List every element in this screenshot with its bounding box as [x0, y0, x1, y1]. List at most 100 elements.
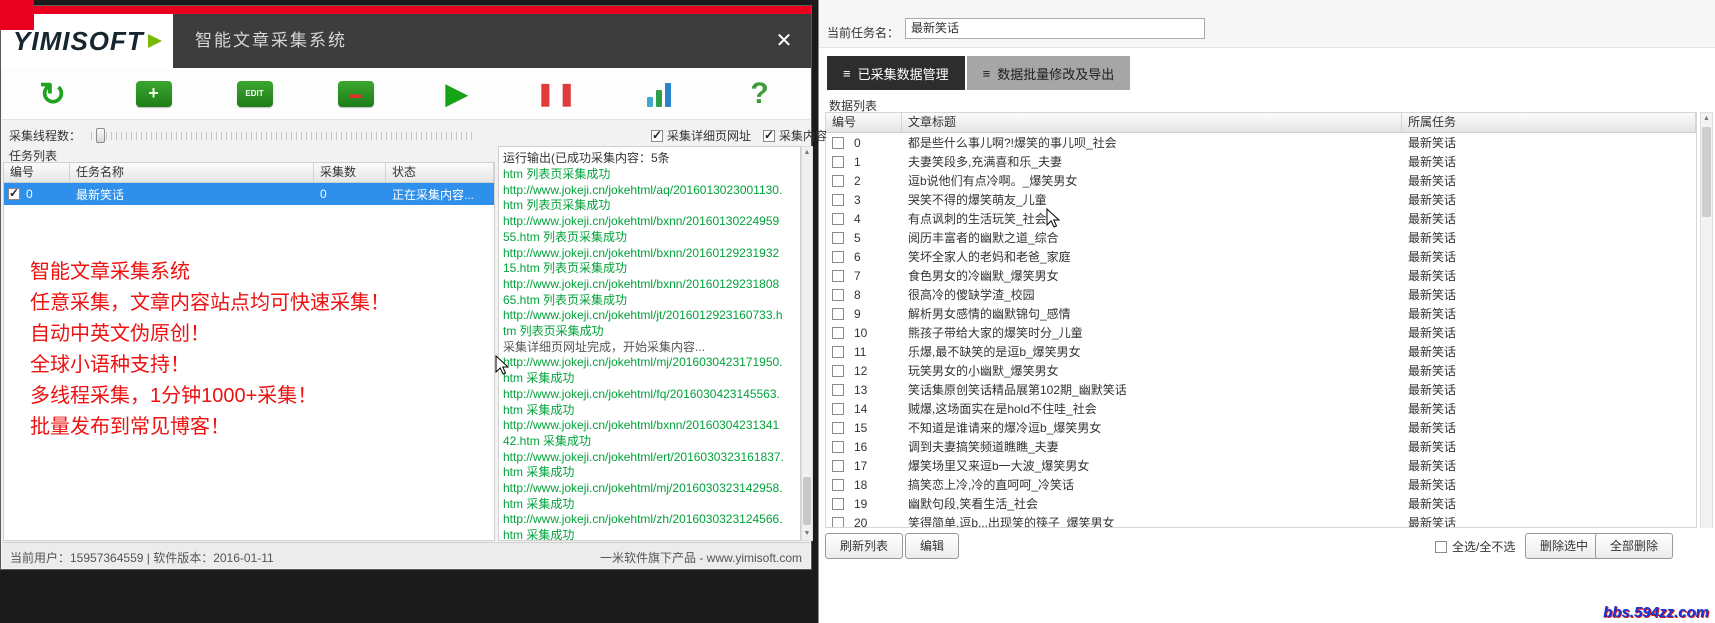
data-row-checkbox[interactable] [832, 193, 844, 206]
collect-content-checkbox[interactable] [763, 128, 775, 142]
data-row-id: 12 [854, 363, 868, 378]
data-row[interactable]: 19 幽默句段,笑看生活_社会 最新笑话 [826, 494, 1696, 513]
data-row-id-cell: 4 [826, 212, 902, 226]
scroll-up-icon[interactable]: ▲ [802, 147, 812, 159]
data-row[interactable]: 9 解析男女感情的幽默锦句_感情 最新笑话 [826, 304, 1696, 323]
data-row[interactable]: 6 笑坏全家人的老妈和老爸_家庭 最新笑话 [826, 247, 1696, 266]
data-row[interactable]: 7 食色男女的冷幽默_爆笑男女 最新笑话 [826, 266, 1696, 285]
data-row-checkbox[interactable] [832, 326, 844, 339]
log-line: http://www.jokeji.cn/jokehtml/mj/2016030… [503, 481, 783, 496]
data-row[interactable]: 16 调到夫妻搞笑频道瞧瞧_夫妻 最新笑话 [826, 437, 1696, 456]
column-header-task[interactable]: 所属任务 [1402, 113, 1696, 132]
refresh-icon[interactable]: ↻ [21, 71, 85, 117]
data-row-id-cell: 20 [826, 516, 902, 527]
data-row[interactable]: 18 搞笑恋上冷,冷的直呵呵_冷笑话 最新笑话 [826, 475, 1696, 494]
delete-all-button[interactable]: 全部删除 [1595, 533, 1674, 559]
data-row-checkbox[interactable] [832, 364, 844, 377]
data-row-id: 16 [854, 439, 868, 454]
close-icon[interactable]: ✕ [769, 26, 799, 56]
data-row-checkbox[interactable] [832, 250, 844, 263]
data-row[interactable]: 2 逗b说他们有点冷啊。_爆笑男女 最新笑话 [826, 171, 1696, 190]
tab-label: 数据批量修改及导出 [997, 66, 1115, 82]
pause-collect-icon[interactable]: ❚❚ [526, 71, 590, 117]
log-line: http://www.jokeji.cn/jokehtml/bxnn/20160… [503, 276, 780, 291]
data-row[interactable]: 3 哭笑不得的爆笑萌友_儿童 最新笑话 [826, 190, 1696, 209]
stats-chart-icon[interactable] [627, 71, 691, 117]
column-header-id[interactable]: 编号 [826, 113, 902, 132]
log-line: htm 列表页采集成功 [503, 198, 611, 213]
data-row[interactable]: 13 笑话集原创笑话精品展第102期_幽默笑话 最新笑话 [826, 380, 1696, 399]
delete-selected-button[interactable]: 删除选中 [1525, 533, 1604, 559]
edit-task-icon[interactable]: EDIT [223, 71, 287, 117]
data-row[interactable]: 0 都是些什么事儿啊?!爆笑的事儿呗_社会 最新笑话 [826, 133, 1696, 152]
data-row-id: 17 [854, 458, 868, 473]
scroll-up-icon[interactable]: ▲ [1701, 113, 1712, 125]
column-header-status[interactable]: 状态 [386, 163, 494, 182]
data-row[interactable]: 1 夫妻笑段多,充满喜和乐_夫妻 最新笑话 [826, 152, 1696, 171]
refresh-list-button[interactable]: 刷新列表 [825, 533, 904, 559]
log-scrollbar-thumb[interactable] [803, 477, 811, 525]
scroll-down-icon[interactable]: ▼ [802, 528, 812, 540]
data-row-checkbox[interactable] [832, 478, 844, 491]
data-row-checkbox[interactable] [832, 269, 844, 282]
data-row-id-cell: 16 [826, 440, 902, 454]
data-row-checkbox[interactable] [832, 155, 844, 168]
data-row-checkbox[interactable] [832, 174, 844, 187]
column-header-name[interactable]: 任务名称 [70, 163, 314, 182]
data-row-checkbox[interactable] [832, 516, 844, 527]
delete-task-icon[interactable]: ▬ [324, 71, 388, 117]
help-icon[interactable]: ? [728, 71, 792, 117]
data-row[interactable]: 4 有点讽刺的生活玩笑_社会 最新笑话 [826, 209, 1696, 228]
table-scrollbar[interactable]: ▲ ▼ [1700, 112, 1713, 562]
data-row-task: 最新笑话 [1408, 345, 1457, 359]
data-row-checkbox[interactable] [832, 497, 844, 510]
add-task-icon[interactable]: + [122, 71, 186, 117]
task-row[interactable]: 0 最新笑话 0 正在采集内容... [4, 183, 494, 205]
edit-button[interactable]: 编辑 [905, 533, 960, 559]
data-row-id: 7 [854, 268, 861, 283]
data-row[interactable]: 20 笑得简单,逗b...出现笑的筷子_爆笑男女 最新笑话 [826, 513, 1696, 527]
data-row[interactable]: 14 贼爆,这场面实在是hold不住哇_社会 最新笑话 [826, 399, 1696, 418]
data-row[interactable]: 8 很高冷的傻缺学渣_校园 最新笑话 [826, 285, 1696, 304]
data-row[interactable]: 11 乐爆,最不缺笑的是逗b_爆笑男女 最新笑话 [826, 342, 1696, 361]
title-bar: YIMISOFT 智能文章采集系统 ✕ [1, 14, 811, 68]
table-scrollbar-thumb[interactable] [1702, 127, 1711, 217]
column-header-id[interactable]: 编号 [4, 163, 70, 182]
start-collect-icon[interactable]: ▶ [425, 71, 489, 117]
data-row-checkbox[interactable] [832, 440, 844, 453]
data-row[interactable]: 15 不知道是谁请来的爆冷逗b_爆笑男女 最新笑话 [826, 418, 1696, 437]
data-row-checkbox[interactable] [832, 288, 844, 301]
log-line: 15.htm 列表页采集成功 [503, 261, 628, 276]
data-row-checkbox[interactable] [832, 402, 844, 415]
data-row-checkbox[interactable] [832, 212, 844, 225]
data-row-id-cell: 7 [826, 269, 902, 283]
task-row-checkbox[interactable] [8, 186, 20, 200]
data-row-task: 最新笑话 [1408, 193, 1457, 207]
slider-handle[interactable] [96, 128, 105, 143]
data-row-id: 9 [854, 306, 861, 321]
data-row-id: 18 [854, 477, 868, 492]
column-header-count[interactable]: 采集数 [314, 163, 386, 182]
tab-collected-data[interactable]: ≡ 已采集数据管理 [827, 56, 965, 90]
collect-detail-url-checkbox[interactable] [651, 128, 663, 142]
data-row-checkbox[interactable] [832, 136, 844, 149]
data-row[interactable]: 10 熊孩子带给大家的爆笑时分_儿童 最新笑话 [826, 323, 1696, 342]
data-row-checkbox[interactable] [832, 383, 844, 396]
data-row-checkbox[interactable] [832, 231, 844, 244]
data-row-task: 最新笑话 [1408, 440, 1457, 454]
data-row[interactable]: 17 爆笑场里又来逗b一大波_爆笑男女 最新笑话 [826, 456, 1696, 475]
current-task-field[interactable]: 最新笑话 [905, 18, 1205, 39]
data-row[interactable]: 5 阅历丰富者的幽默之道_综合 最新笑话 [826, 228, 1696, 247]
thread-count-slider[interactable] [91, 128, 476, 143]
tab-batch-edit-export[interactable]: ≡ 数据批量修改及导出 [966, 56, 1131, 90]
task-row-id-cell: 0 [4, 186, 70, 201]
data-row-checkbox[interactable] [832, 459, 844, 472]
data-row-checkbox[interactable] [832, 421, 844, 434]
data-row-checkbox[interactable] [832, 345, 844, 358]
select-all-checkbox[interactable] [1435, 540, 1447, 553]
current-task-row: 当前任务名： 最新笑话 [819, 0, 1715, 48]
data-row-checkbox[interactable] [832, 307, 844, 320]
log-scrollbar[interactable]: ▲ ▼ [801, 146, 813, 541]
column-header-title[interactable]: 文章标题 [902, 113, 1402, 132]
data-row[interactable]: 12 玩笑男女的小幽默_爆笑男女 最新笑话 [826, 361, 1696, 380]
